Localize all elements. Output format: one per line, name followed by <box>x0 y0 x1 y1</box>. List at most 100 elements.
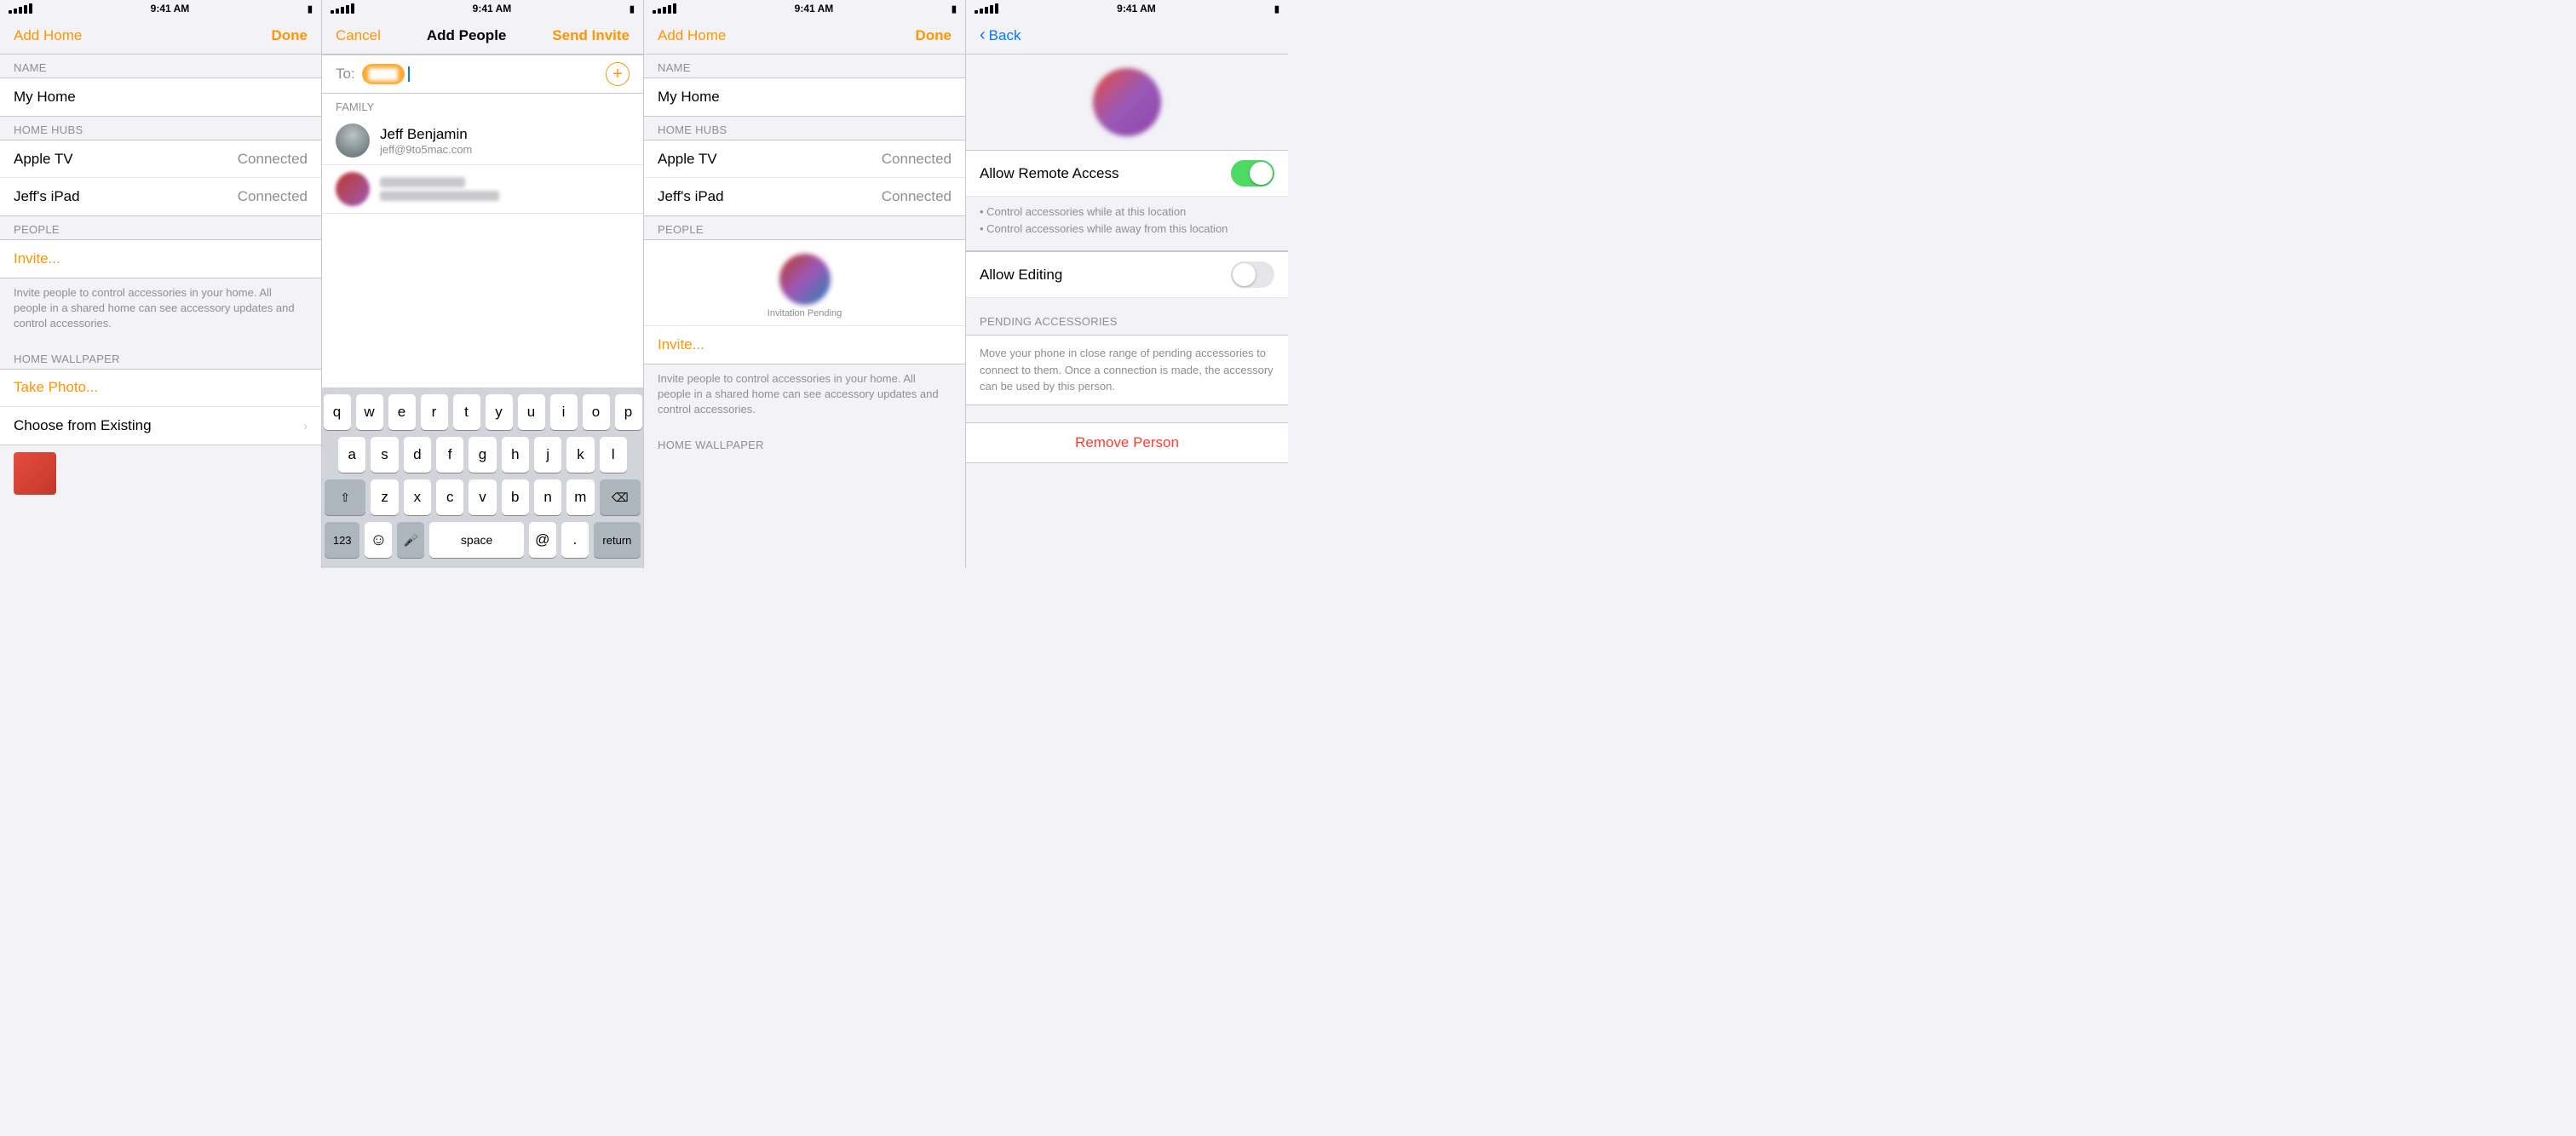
key-b[interactable]: b <box>502 479 529 515</box>
key-space[interactable]: space <box>429 522 523 558</box>
remove-person-button[interactable]: Remove Person <box>1075 434 1179 451</box>
toggle-knob-editing <box>1233 263 1256 286</box>
send-invite-button[interactable]: Send Invite <box>552 27 630 44</box>
people-section-header-1: PEOPLE <box>0 216 321 239</box>
remote-desc-1: • Control accessories while at this loca… <box>980 204 1274 221</box>
key-mic[interactable]: 🎤 <box>397 522 424 558</box>
key-123[interactable]: 123 <box>325 522 359 558</box>
key-d[interactable]: d <box>404 437 431 473</box>
battery-icon-4: ▮ <box>1274 3 1279 14</box>
person-cell[interactable]: Invitation Pending <box>644 240 965 326</box>
editing-label: Allow Editing <box>980 267 1062 284</box>
signal-dots-3 <box>653 3 676 14</box>
blurred-name <box>380 177 465 187</box>
family-header: FAMILY <box>322 94 643 117</box>
status-bar-3: 9:41 AM ▮ <box>644 0 965 17</box>
name-section-header-1: NAME <box>0 55 321 77</box>
kb-row-4: 123 ☺ 🎤 space @ . return <box>325 522 641 558</box>
choose-existing-cell[interactable]: Choose from Existing › <box>0 407 321 445</box>
hubs-group-1: Apple TV Connected Jeff's iPad Connected <box>0 140 321 216</box>
nav-bar-1: Add Home Done <box>0 17 321 55</box>
appletv-cell-3: Apple TV Connected <box>644 141 965 178</box>
appletv-label-1: Apple TV <box>14 151 73 168</box>
take-photo-cell[interactable]: Take Photo... <box>0 370 321 407</box>
key-i[interactable]: i <box>550 394 578 430</box>
remote-access-toggle[interactable] <box>1231 160 1274 186</box>
key-j[interactable]: j <box>534 437 561 473</box>
nav-left-3[interactable]: Add Home <box>658 27 726 44</box>
to-input[interactable]: ████ <box>362 64 599 84</box>
invite-button-1[interactable]: Invite... <box>14 250 60 267</box>
invite-cell-3[interactable]: Invite... <box>644 326 965 364</box>
key-y[interactable]: y <box>486 394 513 430</box>
nav-done-3[interactable]: Done <box>915 27 952 44</box>
key-v[interactable]: v <box>469 479 496 515</box>
nav-bar-2: Cancel Add People Send Invite <box>322 17 643 55</box>
key-u[interactable]: u <box>518 394 545 430</box>
key-emoji[interactable]: ☺ <box>365 522 392 558</box>
key-dot[interactable]: . <box>561 522 589 558</box>
key-g[interactable]: g <box>469 437 496 473</box>
add-recipient-button[interactable]: + <box>606 62 630 86</box>
key-l[interactable]: l <box>600 437 627 473</box>
key-c[interactable]: c <box>436 479 463 515</box>
key-x[interactable]: x <box>404 479 431 515</box>
key-z[interactable]: z <box>371 479 398 515</box>
appletv-value-1: Connected <box>238 151 308 168</box>
home-name-cell-3[interactable]: My Home <box>644 78 965 116</box>
key-t[interactable]: t <box>453 394 480 430</box>
key-delete[interactable]: ⌫ <box>600 479 641 515</box>
jeff-avatar <box>336 123 370 158</box>
key-shift[interactable]: ⇧ <box>325 479 365 515</box>
key-h[interactable]: h <box>502 437 529 473</box>
battery-icon-3: ▮ <box>952 3 957 14</box>
key-o[interactable]: o <box>583 394 610 430</box>
panel-person-settings: 9:41 AM ▮ ‹ Back Allow Remote Access • C… <box>966 0 1288 568</box>
remote-desc-2: • Control accessories while away from th… <box>980 221 1274 238</box>
chevron-icon-1: › <box>303 419 308 433</box>
cancel-button[interactable]: Cancel <box>336 27 381 44</box>
panel-home-with-person: 9:41 AM ▮ Add Home Done NAME My Home HOM… <box>644 0 966 568</box>
key-p[interactable]: p <box>615 394 642 430</box>
key-at[interactable]: @ <box>529 522 556 558</box>
editing-toggle[interactable] <box>1231 261 1274 288</box>
key-n[interactable]: n <box>534 479 561 515</box>
kb-row-2: a s d f g h j k l <box>325 437 641 473</box>
key-s[interactable]: s <box>371 437 398 473</box>
key-return[interactable]: return <box>594 522 641 558</box>
key-k[interactable]: k <box>566 437 594 473</box>
invite-button-3[interactable]: Invite... <box>658 336 704 353</box>
cursor <box>408 66 410 82</box>
remove-person-cell[interactable]: Remove Person <box>966 422 1288 463</box>
home-name-cell-1[interactable]: My Home <box>0 78 321 116</box>
wallpaper-thumb-container <box>0 445 321 502</box>
key-f[interactable]: f <box>436 437 463 473</box>
key-q[interactable]: q <box>324 394 351 430</box>
invite-cell-1[interactable]: Invite... <box>0 240 321 278</box>
name-group-3: My Home <box>644 77 965 117</box>
panel-add-home: 9:41 AM ▮ Add Home Done NAME My Home HOM… <box>0 0 322 568</box>
nav-done-1[interactable]: Done <box>271 27 308 44</box>
nav-bar-3: Add Home Done <box>644 17 965 55</box>
invitation-avatar <box>779 254 831 305</box>
wallpaper-group-1: Take Photo... Choose from Existing › <box>0 369 321 445</box>
contact-blurred[interactable] <box>322 165 643 214</box>
ipad-value-1: Connected <box>238 188 308 205</box>
panel4-content: Allow Remote Access • Control accessorie… <box>966 55 1288 568</box>
hubs-section-header-3: HOME HUBS <box>644 117 965 140</box>
wallpaper-thumbnail[interactable] <box>14 452 56 495</box>
key-r[interactable]: r <box>421 394 448 430</box>
key-m[interactable]: m <box>566 479 594 515</box>
take-photo-btn[interactable]: Take Photo... <box>14 379 98 396</box>
appletv-label-3: Apple TV <box>658 151 717 168</box>
nav-left-1[interactable]: Add Home <box>14 27 82 44</box>
appletv-cell-1: Apple TV Connected <box>0 141 321 178</box>
panel1-content: NAME My Home HOME HUBS Apple TV Connecte… <box>0 55 321 568</box>
key-e[interactable]: e <box>388 394 416 430</box>
key-w[interactable]: w <box>356 394 383 430</box>
back-button[interactable]: ‹ Back <box>980 26 1021 45</box>
keyboard[interactable]: q w e r t y u i o p a s d f g h j k l ⇧ … <box>322 387 643 568</box>
hubs-group-3: Apple TV Connected Jeff's iPad Connected <box>644 140 965 216</box>
key-a[interactable]: a <box>338 437 365 473</box>
contact-jeff[interactable]: Jeff Benjamin jeff@9to5mac.com <box>322 117 643 165</box>
